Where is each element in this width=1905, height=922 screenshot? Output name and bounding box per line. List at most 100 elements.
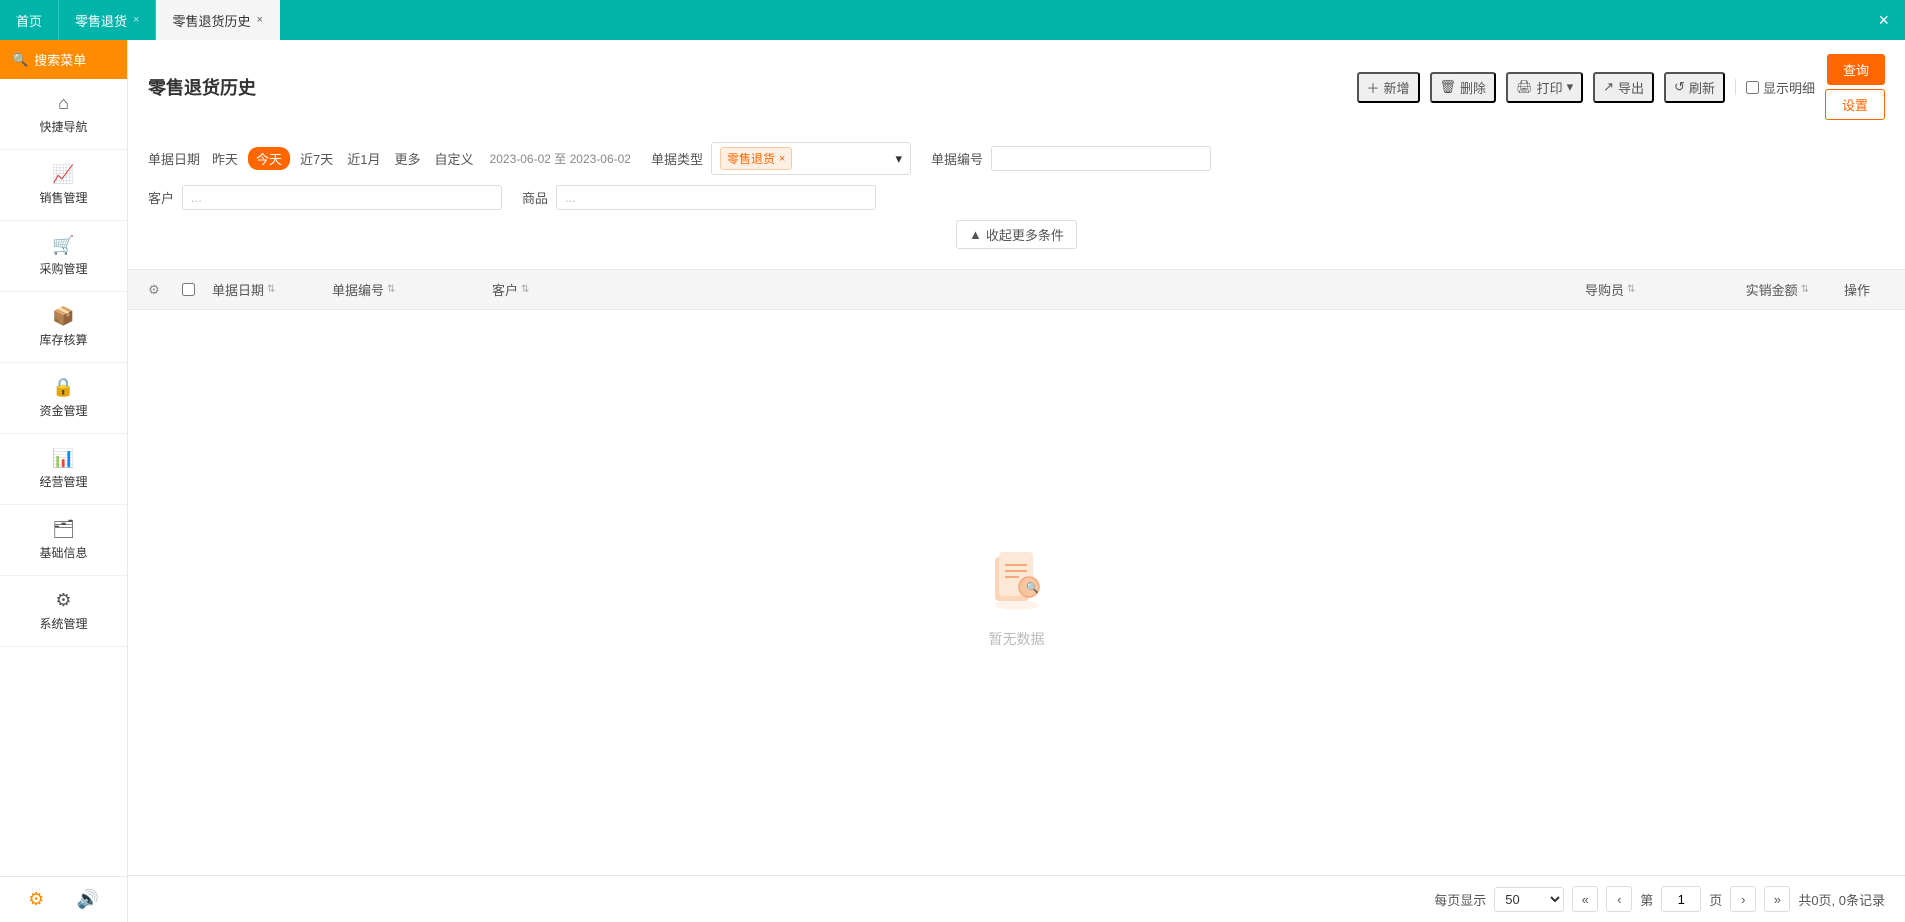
refresh-button[interactable]: ↺ 刷新	[1664, 72, 1725, 103]
export-button[interactable]: ↗ 导出	[1593, 72, 1654, 103]
svg-text:🔍: 🔍	[1026, 581, 1038, 594]
sidebar-item-system[interactable]: ⚙ 系统管理	[0, 576, 127, 647]
col-customer[interactable]: 客户 ⇅	[484, 280, 1577, 299]
page-prev-button[interactable]: ‹	[1606, 886, 1632, 912]
sidebar-bottom: ⚙ 🔊	[0, 876, 127, 922]
bill-type-tag-close[interactable]: ×	[779, 153, 785, 165]
settings-bottom-icon[interactable]: ⚙	[28, 889, 44, 910]
sort-icon-amount: ⇅	[1801, 284, 1809, 295]
sidebar-item-sales[interactable]: 📈 销售管理	[0, 150, 127, 221]
delete-icon: 🗑	[1440, 79, 1457, 95]
page-suffix: 页	[1709, 890, 1722, 909]
filter-bill-type: 单据类型 零售退货 × ▾	[651, 142, 911, 175]
window-close-button[interactable]: ×	[1862, 10, 1905, 31]
show-detail-checkbox-row[interactable]: 显示明细	[1746, 78, 1815, 97]
show-detail-checkbox[interactable]	[1746, 81, 1759, 94]
content-area: 零售退货历史 ＋ 新增 🗑 删除 🖨 打印 ▾	[128, 40, 1905, 922]
page-next-button[interactable]: ›	[1730, 886, 1756, 912]
sidebar: 🔍 搜索菜单 ⌂ 快捷导航 📈 销售管理 🛒 采购管理 📦 库存核算 🔒 资金管…	[0, 40, 128, 922]
volume-icon[interactable]: 🔊	[76, 889, 98, 910]
date-option-7days[interactable]: 近7天	[296, 147, 337, 170]
filter-bill-date: 单据日期 昨天 今天 近7天 近1月 更多 自定义 2023-06-02 至 2…	[148, 147, 631, 170]
home-icon: ⌂	[58, 93, 69, 114]
date-option-1month[interactable]: 近1月	[343, 147, 384, 170]
empty-icon: 🔍	[977, 537, 1057, 617]
sidebar-item-finance[interactable]: 🔒 资金管理	[0, 363, 127, 434]
inventory-icon: 📦	[52, 306, 74, 327]
date-range-display: 2023-06-02 至 2023-06-02	[490, 150, 631, 167]
tab-retail-return[interactable]: 零售退货 ×	[59, 0, 156, 40]
filter-row-2: 客户 ... 商品 ...	[148, 185, 1885, 210]
bill-type-tag: 零售退货 ×	[720, 147, 792, 170]
goods-label: 商品	[522, 188, 548, 207]
bill-type-select[interactable]: 零售退货 × ▾	[711, 142, 911, 175]
sort-icon-bill-no: ⇅	[387, 284, 395, 295]
page-label: 第	[1640, 890, 1653, 909]
col-guide[interactable]: 导购员 ⇅	[1577, 280, 1697, 299]
sidebar-item-operations[interactable]: 📊 经营管理	[0, 434, 127, 505]
bill-no-label: 单据编号	[931, 149, 983, 168]
sidebar-item-basics[interactable]: 🗂 基础信息	[0, 505, 127, 576]
main-layout: 🔍 搜索菜单 ⌂ 快捷导航 📈 销售管理 🛒 采购管理 📦 库存核算 🔒 资金管…	[0, 40, 1905, 922]
per-page-select[interactable]: 50 10 20 100	[1494, 887, 1564, 912]
print-chevron-icon: ▾	[1567, 79, 1574, 95]
col-ops: 操作	[1817, 280, 1897, 299]
sales-icon: 📈	[52, 164, 74, 185]
page-last-button[interactable]: »	[1764, 886, 1790, 912]
bill-type-label: 单据类型	[651, 149, 703, 168]
customer-select[interactable]: ...	[182, 185, 502, 210]
tab-retail-return-close[interactable]: ×	[133, 14, 139, 26]
date-option-today[interactable]: 今天	[248, 147, 290, 170]
pagination: 每页显示 50 10 20 100 « ‹ 第 页 › » 共0页, 0条记录	[128, 875, 1905, 922]
content-header: 零售退货历史 ＋ 新增 🗑 删除 🖨 打印 ▾	[128, 40, 1905, 270]
filter-customer: 客户 ...	[148, 185, 502, 210]
table-settings-icon[interactable]: ⚙	[136, 282, 172, 298]
sidebar-item-inventory[interactable]: 📦 库存核算	[0, 292, 127, 363]
empty-text: 暂无数据	[989, 629, 1045, 649]
toolbar-divider	[1735, 79, 1736, 95]
sort-icon-bill-date: ⇅	[267, 284, 275, 295]
date-option-yesterday[interactable]: 昨天	[208, 147, 242, 170]
tab-retail-return-history[interactable]: 零售退货历史 ×	[156, 0, 279, 40]
total-text: 共0页, 0条记录	[1798, 890, 1885, 909]
table-header: ⚙ 单据日期 ⇅ 单据编号 ⇅ 客户 ⇅ 导购员 ⇅	[128, 270, 1905, 310]
query-button[interactable]: 查询	[1827, 54, 1885, 85]
print-button[interactable]: 🖨 打印 ▾	[1506, 72, 1583, 103]
finance-icon: 🔒	[52, 377, 74, 398]
goods-select[interactable]: ...	[556, 185, 876, 210]
basics-icon: 🗂	[52, 519, 75, 540]
page-first-button[interactable]: «	[1572, 886, 1598, 912]
per-page-label: 每页显示	[1434, 890, 1486, 909]
filter-row-1: 单据日期 昨天 今天 近7天 近1月 更多 自定义 2023-06-02 至 2…	[148, 142, 1885, 175]
page-number-input[interactable]	[1661, 886, 1701, 912]
col-bill-date[interactable]: 单据日期 ⇅	[204, 280, 324, 299]
sort-icon-customer: ⇅	[521, 284, 529, 295]
col-amount[interactable]: 实销金额 ⇅	[1697, 280, 1817, 299]
sidebar-item-purchase[interactable]: 🛒 采购管理	[0, 221, 127, 292]
collapse-icon: ▲	[969, 227, 982, 242]
date-option-custom[interactable]: 自定义	[431, 147, 478, 170]
topbar-tabs: + 新增 首页 零售退货 × 零售退货历史 ×	[0, 0, 1862, 40]
date-option-more[interactable]: 更多	[391, 147, 425, 170]
title-toolbar-row: 零售退货历史 ＋ 新增 🗑 删除 🖨 打印 ▾	[148, 54, 1885, 120]
tab-retail-return-history-close[interactable]: ×	[256, 14, 262, 26]
delete-button[interactable]: 🗑 删除	[1430, 72, 1497, 103]
filter-bill-no: 单据编号	[931, 146, 1211, 171]
tab-home[interactable]: + 新增 首页	[0, 0, 59, 40]
settings-button[interactable]: 设置	[1825, 89, 1885, 120]
sidebar-search[interactable]: 🔍 搜索菜单	[0, 40, 127, 79]
collapse-filter-button[interactable]: ▲ 收起更多条件	[956, 220, 1077, 249]
search-icon: 🔍	[12, 52, 28, 68]
sidebar-item-home[interactable]: ⌂ 快捷导航	[0, 79, 127, 150]
col-bill-no[interactable]: 单据编号 ⇅	[324, 280, 484, 299]
bill-date-label: 单据日期	[148, 149, 200, 168]
new-button[interactable]: ＋ 新增	[1357, 72, 1420, 103]
system-icon: ⚙	[55, 590, 71, 611]
filter-goods: 商品 ...	[522, 185, 876, 210]
plus-icon: ＋	[1367, 78, 1380, 97]
date-options: 昨天 今天 近7天 近1月 更多 自定义	[208, 147, 478, 170]
bill-no-input[interactable]	[991, 146, 1211, 171]
customer-label: 客户	[148, 188, 174, 207]
topbar: + 新增 首页 零售退货 × 零售退货历史 × ×	[0, 0, 1905, 40]
table-select-all-checkbox[interactable]	[172, 283, 204, 296]
